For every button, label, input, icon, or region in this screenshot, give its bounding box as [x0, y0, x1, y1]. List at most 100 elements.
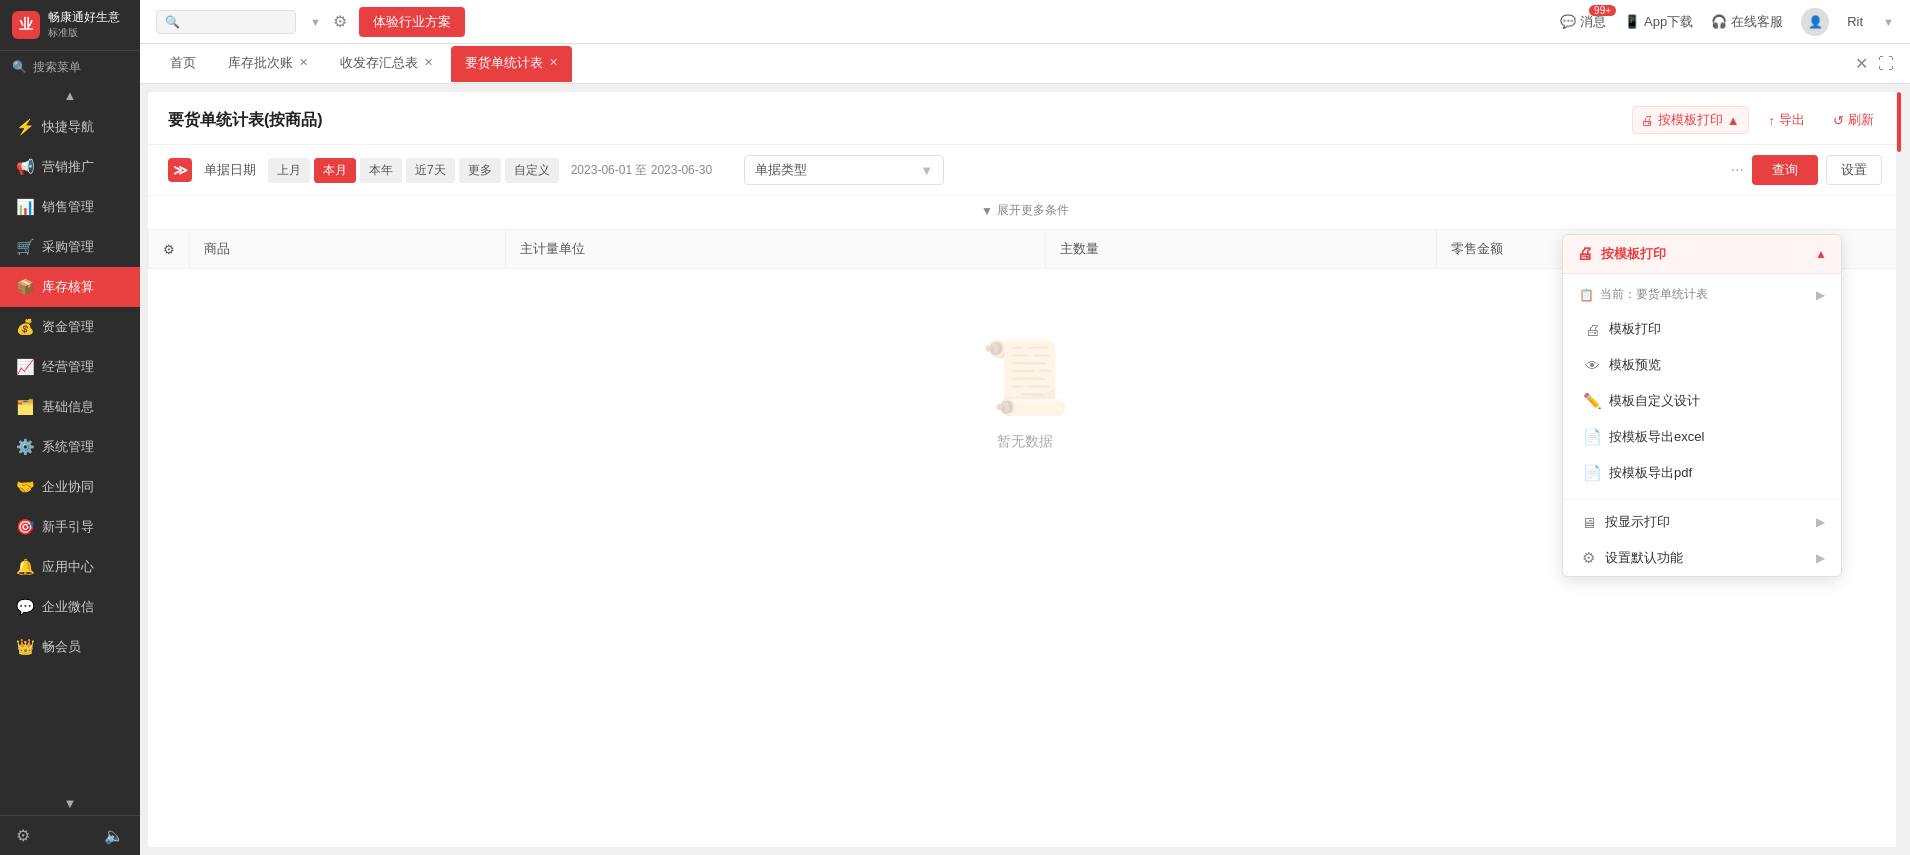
topbar-gear-icon[interactable]: ⚙ [333, 12, 347, 31]
sidebar-item-appstore[interactable]: 🔔 应用中心 [0, 547, 140, 587]
export-icon: ↑ [1769, 113, 1776, 128]
user-avatar[interactable]: 👤 [1801, 8, 1829, 36]
sidebar-item-label: 应用中心 [42, 558, 94, 576]
sidebar-item-sales[interactable]: 📊 销售管理 [0, 187, 140, 227]
sidebar-item-label: 资金管理 [42, 318, 94, 336]
appstore-icon: 🔔 [16, 558, 34, 576]
print-button[interactable]: 🖨 按模板打印 ▲ [1632, 106, 1749, 134]
app-badge: 标准版 [48, 26, 120, 40]
sales-icon: 📊 [16, 198, 34, 216]
template-excel-item[interactable]: 📄 按模板导出excel [1563, 419, 1841, 455]
date-this-month-button[interactable]: 本月 [314, 158, 356, 183]
refresh-button[interactable]: ↺ 刷新 [1825, 107, 1882, 133]
dropdown-header[interactable]: 🖨 按模板打印 ▲ [1563, 235, 1841, 274]
template-print-label: 模板打印 [1609, 320, 1661, 338]
member-icon: 👑 [16, 638, 34, 656]
order-type-select[interactable]: 单据类型 ▼ [744, 155, 944, 185]
tab-close-icon[interactable]: ✕ [549, 56, 558, 69]
template-pdf-label: 按模板导出pdf [1609, 464, 1692, 482]
window-close-button[interactable]: ✕ [1855, 54, 1868, 73]
date-last-month-button[interactable]: 上月 [268, 158, 310, 183]
more-options-icon[interactable]: ··· [1731, 161, 1744, 179]
settings-icon[interactable]: ⚙ [16, 826, 30, 845]
filter-row: ≫ 单据日期 上月 本月 本年 近7天 更多 自定义 2023-06-01 至 … [148, 145, 1902, 196]
template-print-item[interactable]: 🖨 模板打印 [1563, 311, 1841, 347]
sidebar-item-marketing[interactable]: 📢 营销推广 [0, 147, 140, 187]
sidebar-item-label: 畅会员 [42, 638, 81, 656]
app-download-button[interactable]: 📱 App下载 [1624, 13, 1693, 31]
date-this-year-button[interactable]: 本年 [360, 158, 402, 183]
online-service-button[interactable]: 🎧 在线客服 [1711, 13, 1783, 31]
sidebar-item-label: 新手引导 [42, 518, 94, 536]
expand-conditions-button[interactable]: ▼ 展开更多条件 [981, 202, 1069, 219]
date-custom-button[interactable]: 自定义 [505, 158, 559, 183]
tab-home[interactable]: 首页 [156, 46, 210, 82]
template-design-icon: ✏️ [1583, 392, 1601, 410]
sidebar-item-operation[interactable]: 📈 经营管理 [0, 347, 140, 387]
right-scrollbar[interactable] [1896, 92, 1902, 847]
tab-order-stats[interactable]: 要货单统计表 ✕ [451, 46, 572, 82]
sidebar-item-label: 库存核算 [42, 278, 94, 296]
search-dropdown-arrow[interactable]: ▼ [310, 16, 321, 28]
search-box[interactable]: 🔍 [156, 10, 296, 34]
service-icon: 🎧 [1711, 14, 1727, 29]
dropdown-collapse-icon[interactable]: ▲ [1815, 247, 1827, 261]
column-goods: 商品 [190, 230, 506, 269]
sidebar-item-system[interactable]: ⚙️ 系统管理 [0, 427, 140, 467]
sound-icon[interactable]: 🔈 [104, 826, 124, 845]
user-dropdown-arrow[interactable]: ▼ [1883, 16, 1894, 28]
template-pdf-item[interactable]: 📄 按模板导出pdf [1563, 455, 1841, 491]
column-settings-button[interactable]: 设置 [1826, 155, 1882, 185]
trial-button[interactable]: 体验行业方案 [359, 7, 465, 37]
scroll-up-button[interactable]: ▲ [0, 84, 140, 107]
display-print-item[interactable]: 🖥 按显示打印 ▶ [1563, 504, 1841, 540]
window-expand-button[interactable]: ⛶ [1878, 55, 1894, 73]
sidebar-item-basic[interactable]: 🗂️ 基础信息 [0, 387, 140, 427]
query-button[interactable]: 查询 [1752, 155, 1818, 185]
print-dropdown: 🖨 按模板打印 ▲ 📋 当前：要货单统计表 ▶ 🖨 模板打印 [1562, 234, 1842, 577]
sidebar-item-shortcut[interactable]: ⚡ 快捷导航 [0, 107, 140, 147]
template-preview-item[interactable]: 👁 模板预览 [1563, 347, 1841, 383]
date-7days-button[interactable]: 近7天 [406, 158, 455, 183]
export-label: 导出 [1779, 111, 1805, 129]
column-qty: 主数量 [1045, 230, 1436, 269]
scrollbar-thumb [1897, 92, 1901, 152]
date-more-button[interactable]: 更多 [459, 158, 501, 183]
sidebar-item-finance[interactable]: 💰 资金管理 [0, 307, 140, 347]
filter-row2: ▼ 展开更多条件 [148, 196, 1902, 229]
export-button[interactable]: ↑ 导出 [1761, 107, 1814, 133]
message-button[interactable]: 💬 消息 99+ [1560, 13, 1606, 31]
dropdown-divider [1563, 499, 1841, 500]
tab-batch-account[interactable]: 库存批次账 ✕ [214, 46, 322, 82]
sidebar-item-wechat[interactable]: 💬 企业微信 [0, 587, 140, 627]
app-logo[interactable]: 业 畅康通好生意 标准版 [0, 0, 140, 51]
date-options: 上月 本月 本年 近7天 更多 自定义 [268, 158, 559, 183]
tab-receipt-summary[interactable]: 收发存汇总表 ✕ [326, 46, 447, 82]
sidebar-item-guide[interactable]: 🎯 新手引导 [0, 507, 140, 547]
tab-close-icon[interactable]: ✕ [299, 56, 308, 69]
collab-icon: 🤝 [16, 478, 34, 496]
column-gear-icon[interactable]: ⚙ [163, 242, 175, 257]
current-template-section[interactable]: 📋 当前：要货单统计表 ▶ [1563, 278, 1841, 311]
app-name: 畅康通好生意 [48, 10, 120, 26]
system-icon: ⚙️ [16, 438, 34, 456]
tab-close-icon[interactable]: ✕ [424, 56, 433, 69]
set-default-item[interactable]: ⚙ 设置默认功能 ▶ [1563, 540, 1841, 576]
column-unit: 主计量单位 [505, 230, 1045, 269]
scroll-down-button[interactable]: ▼ [0, 792, 140, 815]
sidebar-item-label: 基础信息 [42, 398, 94, 416]
sidebar-item-collab[interactable]: 🤝 企业协同 [0, 467, 140, 507]
column-gear[interactable]: ⚙ [149, 230, 190, 269]
display-print-arrow: ▶ [1816, 515, 1825, 529]
dropdown-header-label: 按模板打印 [1601, 245, 1666, 263]
template-excel-icon: 📄 [1583, 428, 1601, 446]
sidebar-item-member[interactable]: 👑 畅会员 [0, 627, 140, 667]
tab-label: 库存批次账 [228, 54, 293, 72]
sidebar-item-inventory[interactable]: 📦 库存核算 [0, 267, 140, 307]
sidebar-search[interactable]: 🔍 搜索菜单 [0, 51, 140, 84]
sidebar-item-purchase[interactable]: 🛒 采购管理 [0, 227, 140, 267]
filter-expand-button[interactable]: ≫ [168, 158, 192, 182]
printer-icon: 🖨 [1641, 113, 1654, 128]
user-name[interactable]: Rit [1847, 14, 1863, 29]
template-design-item[interactable]: ✏️ 模板自定义设计 [1563, 383, 1841, 419]
